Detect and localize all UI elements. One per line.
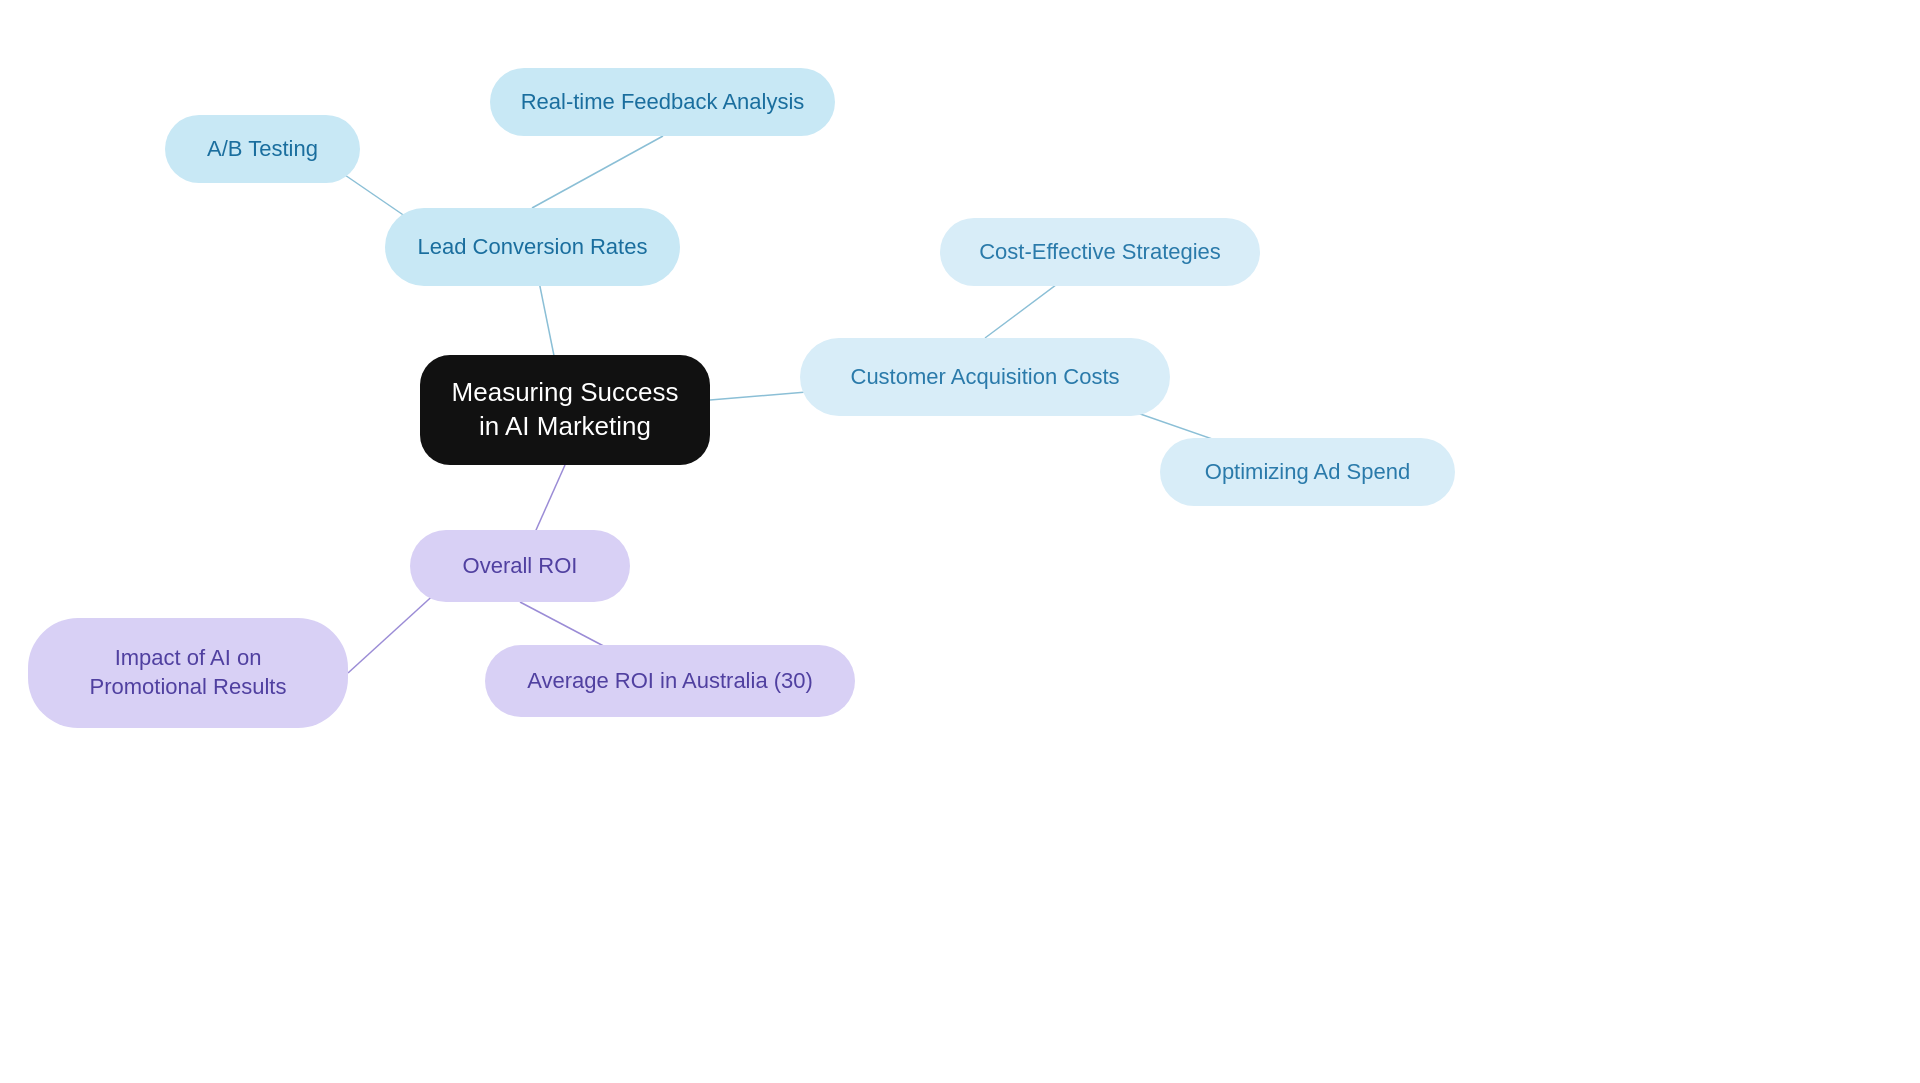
- cost-effective-label: Cost-Effective Strategies: [979, 238, 1221, 267]
- avg-roi-node: Average ROI in Australia (30): [485, 645, 855, 717]
- ab-testing-node: A/B Testing: [165, 115, 360, 183]
- optimizing-ad-spend-node: Optimizing Ad Spend: [1160, 438, 1455, 506]
- overall-roi-node: Overall ROI: [410, 530, 630, 602]
- lead-conversion-node: Lead Conversion Rates: [385, 208, 680, 286]
- customer-acquisition-label: Customer Acquisition Costs: [851, 363, 1120, 392]
- lead-conversion-label: Lead Conversion Rates: [418, 233, 648, 262]
- realtime-feedback-node: Real-time Feedback Analysis: [490, 68, 835, 136]
- center-label: Measuring Success in AI Marketing: [448, 376, 682, 444]
- realtime-feedback-label: Real-time Feedback Analysis: [521, 88, 805, 117]
- overall-roi-label: Overall ROI: [463, 552, 578, 581]
- impact-ai-label: Impact of AI on Promotional Results: [56, 644, 320, 701]
- impact-ai-node: Impact of AI on Promotional Results: [28, 618, 348, 728]
- optimizing-ad-spend-label: Optimizing Ad Spend: [1205, 458, 1410, 487]
- ab-testing-label: A/B Testing: [207, 135, 318, 164]
- svg-line-2: [532, 136, 663, 208]
- customer-acquisition-node: Customer Acquisition Costs: [800, 338, 1170, 416]
- cost-effective-node: Cost-Effective Strategies: [940, 218, 1260, 286]
- center-node: Measuring Success in AI Marketing: [420, 355, 710, 465]
- avg-roi-label: Average ROI in Australia (30): [527, 667, 813, 696]
